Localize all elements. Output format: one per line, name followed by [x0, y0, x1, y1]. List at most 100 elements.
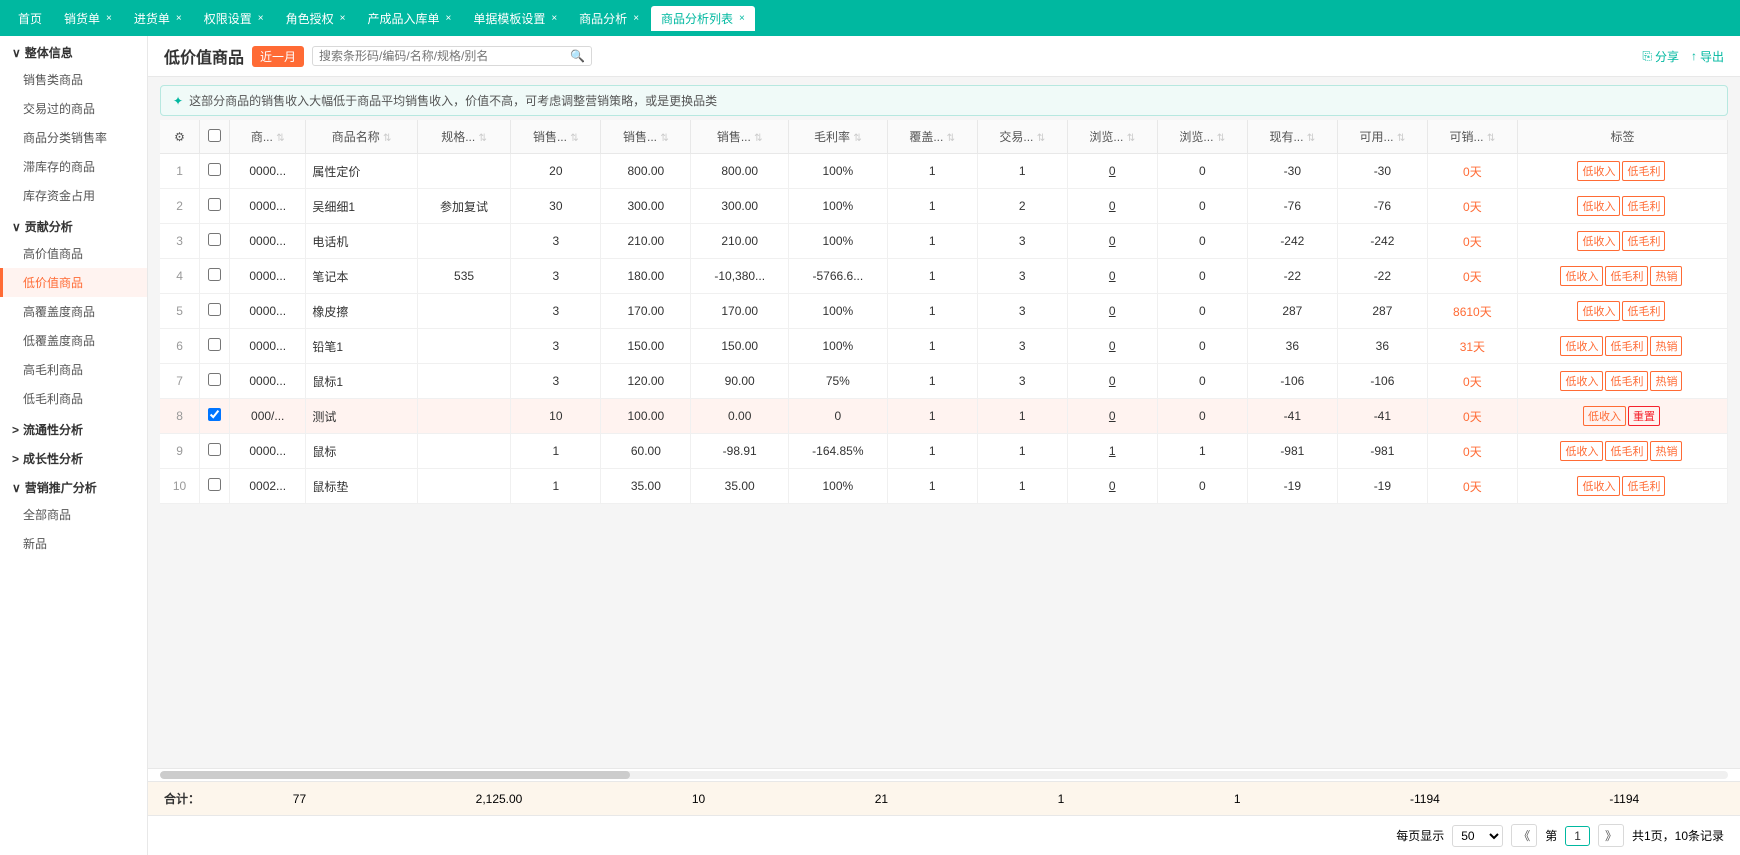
row-checkbox-cell[interactable] [200, 224, 230, 259]
sidebar-item-low-margin[interactable]: 低毛利商品 [0, 384, 147, 413]
col-name[interactable]: 商品名称 ⇅ [306, 120, 417, 154]
search-input[interactable] [319, 49, 570, 63]
horizontal-scrollbar[interactable] [148, 768, 1740, 781]
col-sales-amt[interactable]: 销售... ⇅ [601, 120, 691, 154]
row-checkbox[interactable] [208, 233, 221, 246]
col-sales-qty[interactable]: 销售... ⇅ [511, 120, 601, 154]
row-checkbox-cell[interactable] [200, 189, 230, 224]
col-code[interactable]: 商... ⇅ [230, 120, 306, 154]
row-browse1[interactable]: 0 [1067, 294, 1157, 329]
table-row: 3 0000... 电话机 3 210.00 210.00 100% 1 3 0… [160, 224, 1728, 259]
sidebar-section-growth[interactable]: > 成长性分析 [0, 442, 147, 471]
nav-purchase-order[interactable]: 进货单 × [124, 6, 192, 31]
row-trade: 1 [977, 154, 1067, 189]
close-icon[interactable]: × [258, 13, 264, 24]
row-checkbox[interactable] [208, 198, 221, 211]
row-browse1[interactable]: 1 [1067, 434, 1157, 469]
row-checkbox-cell[interactable] [200, 329, 230, 364]
row-coverage: 1 [887, 329, 977, 364]
nav-role-auth[interactable]: 角色授权 × [276, 6, 356, 31]
col-current[interactable]: 现有... ⇅ [1247, 120, 1337, 154]
close-icon[interactable]: × [176, 13, 182, 24]
tag: 低毛利 [1622, 196, 1665, 216]
row-checkbox-cell[interactable] [200, 294, 230, 329]
close-icon[interactable]: × [106, 13, 112, 24]
row-checkbox[interactable] [208, 443, 221, 456]
row-browse1[interactable]: 0 [1067, 329, 1157, 364]
row-checkbox-cell[interactable] [200, 364, 230, 399]
row-browse1[interactable]: 0 [1067, 399, 1157, 434]
share-button[interactable]: ⎘ 分享 [1642, 48, 1679, 65]
nav-home[interactable]: 首页 [8, 6, 52, 31]
sidebar-item-sales-category[interactable]: 销售类商品 [0, 65, 147, 94]
col-coverage[interactable]: 覆盖... ⇅ [887, 120, 977, 154]
nav-permission[interactable]: 权限设置 × [194, 6, 274, 31]
export-button[interactable]: ↑ 导出 [1691, 48, 1724, 65]
col-gear[interactable]: ⚙ [160, 120, 200, 154]
row-checkbox[interactable] [208, 408, 221, 421]
close-icon[interactable]: × [340, 13, 346, 24]
row-checkbox-cell[interactable] [200, 259, 230, 294]
row-checkbox-cell[interactable] [200, 154, 230, 189]
per-page-select[interactable]: 50 100 200 [1452, 825, 1503, 847]
col-saleable[interactable]: 可销... ⇅ [1427, 120, 1517, 154]
row-browse1[interactable]: 0 [1067, 224, 1157, 259]
row-browse1[interactable]: 0 [1067, 154, 1157, 189]
nav-sales-order[interactable]: 销货单 × [54, 6, 122, 31]
col-trade[interactable]: 交易... ⇅ [977, 120, 1067, 154]
sidebar-item-traded[interactable]: 交易过的商品 [0, 94, 147, 123]
row-checkbox-cell[interactable] [200, 469, 230, 504]
select-all-checkbox[interactable] [208, 129, 221, 142]
col-check[interactable] [200, 120, 230, 154]
col-margin[interactable]: 毛利率 ⇅ [789, 120, 888, 154]
sidebar-item-high-margin[interactable]: 高毛利商品 [0, 355, 147, 384]
settings-icon[interactable]: ⚙ [174, 130, 185, 144]
nav-template-settings[interactable]: 单据模板设置 × [463, 6, 567, 31]
next-page-button[interactable]: 》 [1598, 824, 1624, 847]
sidebar-item-high-value[interactable]: 高价值商品 [0, 239, 147, 268]
sidebar-section-contribution[interactable]: ∨ 贡献分析 [0, 210, 147, 239]
sidebar-item-all-products[interactable]: 全部商品 [0, 500, 147, 529]
sidebar-item-low-value[interactable]: 低价值商品 [0, 268, 147, 297]
nav-product-analysis[interactable]: 商品分析 × [569, 6, 649, 31]
search-icon[interactable]: 🔍 [570, 49, 585, 63]
row-browse1[interactable]: 0 [1067, 469, 1157, 504]
sidebar-item-category-rate[interactable]: 商品分类销售率 [0, 123, 147, 152]
row-browse1[interactable]: 0 [1067, 259, 1157, 294]
search-box[interactable]: 🔍 [312, 46, 592, 66]
nav-product-inbound[interactable]: 产成品入库单 × [357, 6, 461, 31]
sidebar-item-inventory-capital[interactable]: 库存资金占用 [0, 181, 147, 210]
row-checkbox[interactable] [208, 303, 221, 316]
sidebar-section-overall[interactable]: ∨ 整体信息 [0, 36, 147, 65]
row-checkbox-cell[interactable] [200, 434, 230, 469]
close-icon[interactable]: × [633, 13, 639, 24]
col-sales-cost[interactable]: 销售... ⇅ [691, 120, 789, 154]
row-num-cell: 2 [160, 189, 200, 224]
sidebar-item-new-products[interactable]: 新品 [0, 529, 147, 558]
row-checkbox[interactable] [208, 268, 221, 281]
close-icon[interactable]: × [445, 13, 451, 24]
nav-product-analysis-list[interactable]: 商品分析列表 × [651, 6, 755, 31]
first-page-button[interactable]: 《 [1511, 824, 1537, 847]
row-checkbox[interactable] [208, 338, 221, 351]
col-browse1[interactable]: 浏览... ⇅ [1067, 120, 1157, 154]
row-checkbox[interactable] [208, 373, 221, 386]
col-available[interactable]: 可用... ⇅ [1337, 120, 1427, 154]
row-browse1[interactable]: 0 [1067, 189, 1157, 224]
col-browse2[interactable]: 浏览... ⇅ [1157, 120, 1247, 154]
sidebar-item-slow-moving[interactable]: 滞库存的商品 [0, 152, 147, 181]
sidebar-section-flow[interactable]: > 流通性分析 [0, 413, 147, 442]
close-icon[interactable]: × [739, 13, 745, 24]
row-checkbox-cell[interactable] [200, 399, 230, 434]
sidebar-section-marketing[interactable]: ∨ 营销推广分析 [0, 471, 147, 500]
sidebar-item-high-coverage[interactable]: 高覆盖度商品 [0, 297, 147, 326]
sidebar-item-low-coverage[interactable]: 低覆盖度商品 [0, 326, 147, 355]
close-icon[interactable]: × [551, 13, 557, 24]
row-browse2: 0 [1157, 224, 1247, 259]
col-spec[interactable]: 规格... ⇅ [417, 120, 511, 154]
row-checkbox[interactable] [208, 163, 221, 176]
row-checkbox[interactable] [208, 478, 221, 491]
row-current: -981 [1247, 434, 1337, 469]
row-browse1[interactable]: 0 [1067, 364, 1157, 399]
filter-recent-month-button[interactable]: 近一月 [252, 46, 304, 67]
